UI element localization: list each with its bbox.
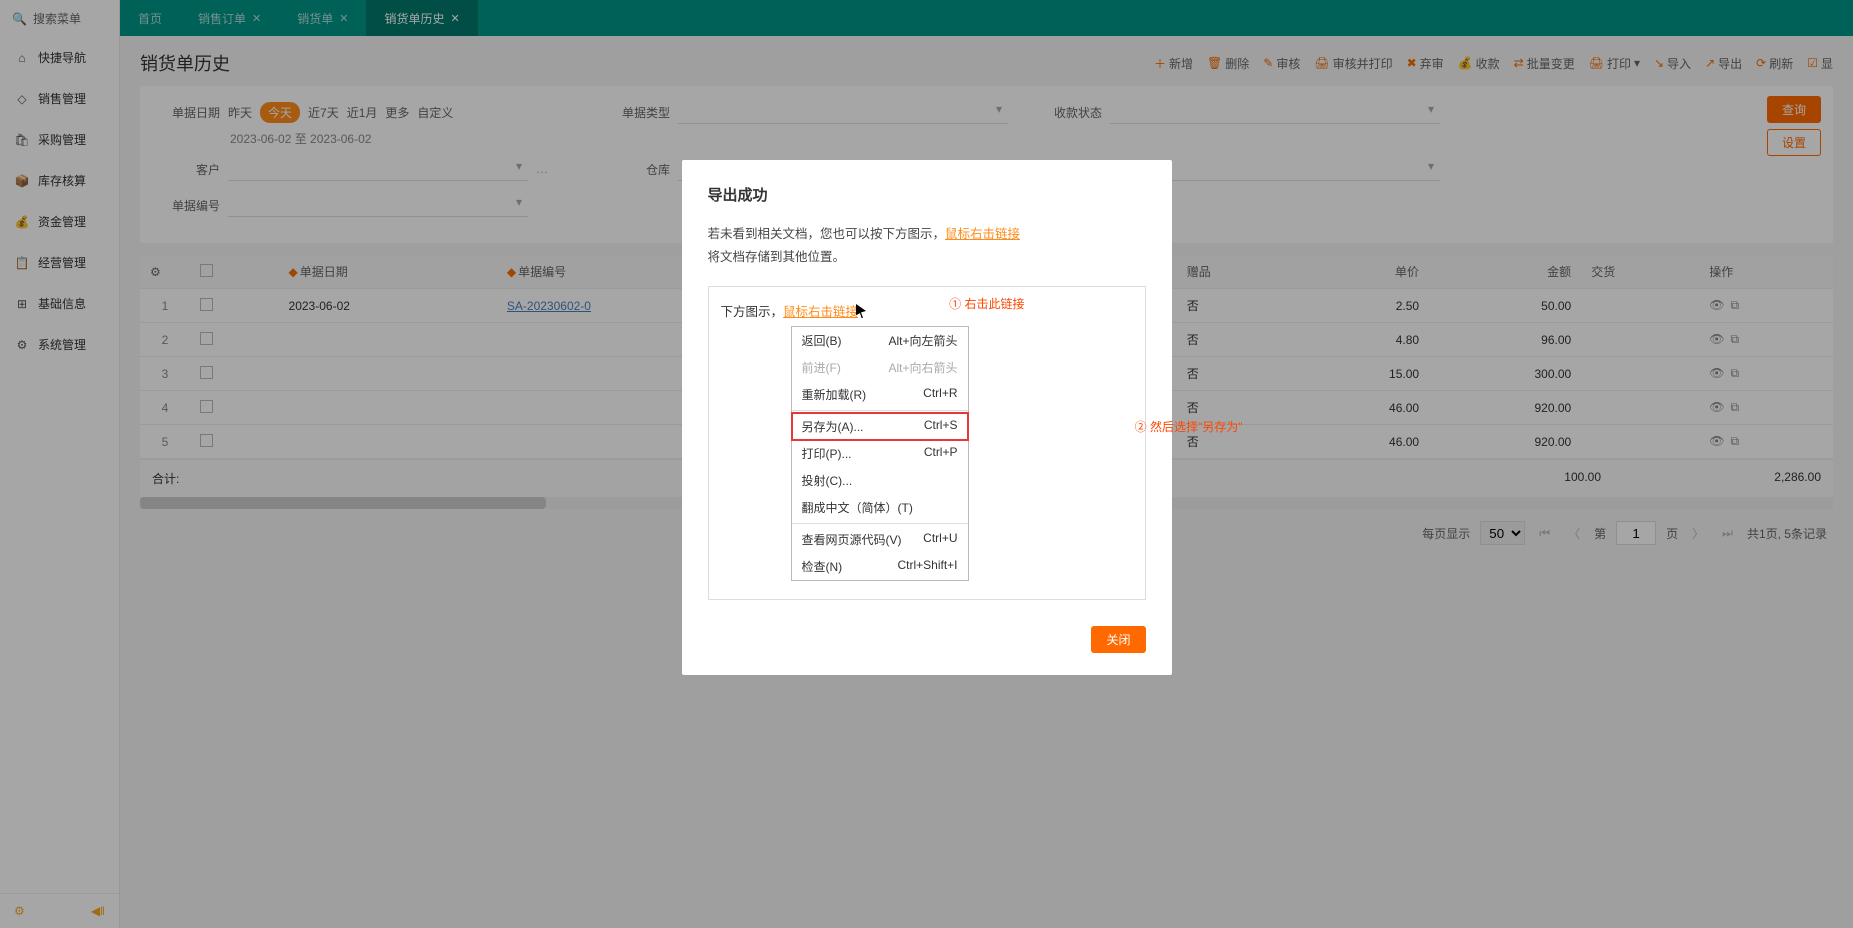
ctx-item: 打印(P)...Ctrl+P <box>792 440 968 467</box>
ctx-item: 重新加载(R)Ctrl+R <box>792 381 968 408</box>
guide-note-1: ① 右击此链接 <box>949 295 1024 312</box>
modal-text-line2: 将文档存储到其他位置。 <box>708 250 846 264</box>
guide-prefix: 下方图示， <box>721 305 784 319</box>
ctx-item: 另存为(A)...Ctrl+S <box>792 413 968 440</box>
ctx-item: 投射(C)... <box>792 467 968 494</box>
modal-title: 导出成功 <box>708 184 1146 205</box>
ctx-item: 返回(B)Alt+向左箭头 <box>792 327 968 354</box>
guide-illustration: ① 右击此链接 下方图示，鼠标右击链接 返回(B)Alt+向左箭头前进(F)Al… <box>708 286 1146 600</box>
ctx-item: 翻成中文（简体）(T) <box>792 494 968 521</box>
ctx-item: 查看网页源代码(V)Ctrl+U <box>792 526 968 553</box>
guide-link: 鼠标右击链接 <box>783 305 858 319</box>
ctx-item: 检查(N)Ctrl+Shift+I <box>792 553 968 580</box>
guide-note-2: ② 然后选择"另存为" <box>1135 418 1243 435</box>
modal-right-click-link[interactable]: 鼠标右击链接 <box>945 227 1020 241</box>
modal-text-line1a: 若未看到相关文档，您也可以按下方图示， <box>708 227 946 241</box>
export-success-modal: 导出成功 若未看到相关文档，您也可以按下方图示，鼠标右击链接 将文档存储到其他位… <box>682 160 1172 675</box>
modal-overlay: 导出成功 若未看到相关文档，您也可以按下方图示，鼠标右击链接 将文档存储到其他位… <box>0 0 1853 928</box>
close-button[interactable]: 关闭 <box>1091 626 1145 653</box>
ctx-item: 前进(F)Alt+向右箭头 <box>792 354 968 381</box>
context-menu-illustration: 返回(B)Alt+向左箭头前进(F)Alt+向右箭头重新加载(R)Ctrl+R 另… <box>791 326 969 581</box>
